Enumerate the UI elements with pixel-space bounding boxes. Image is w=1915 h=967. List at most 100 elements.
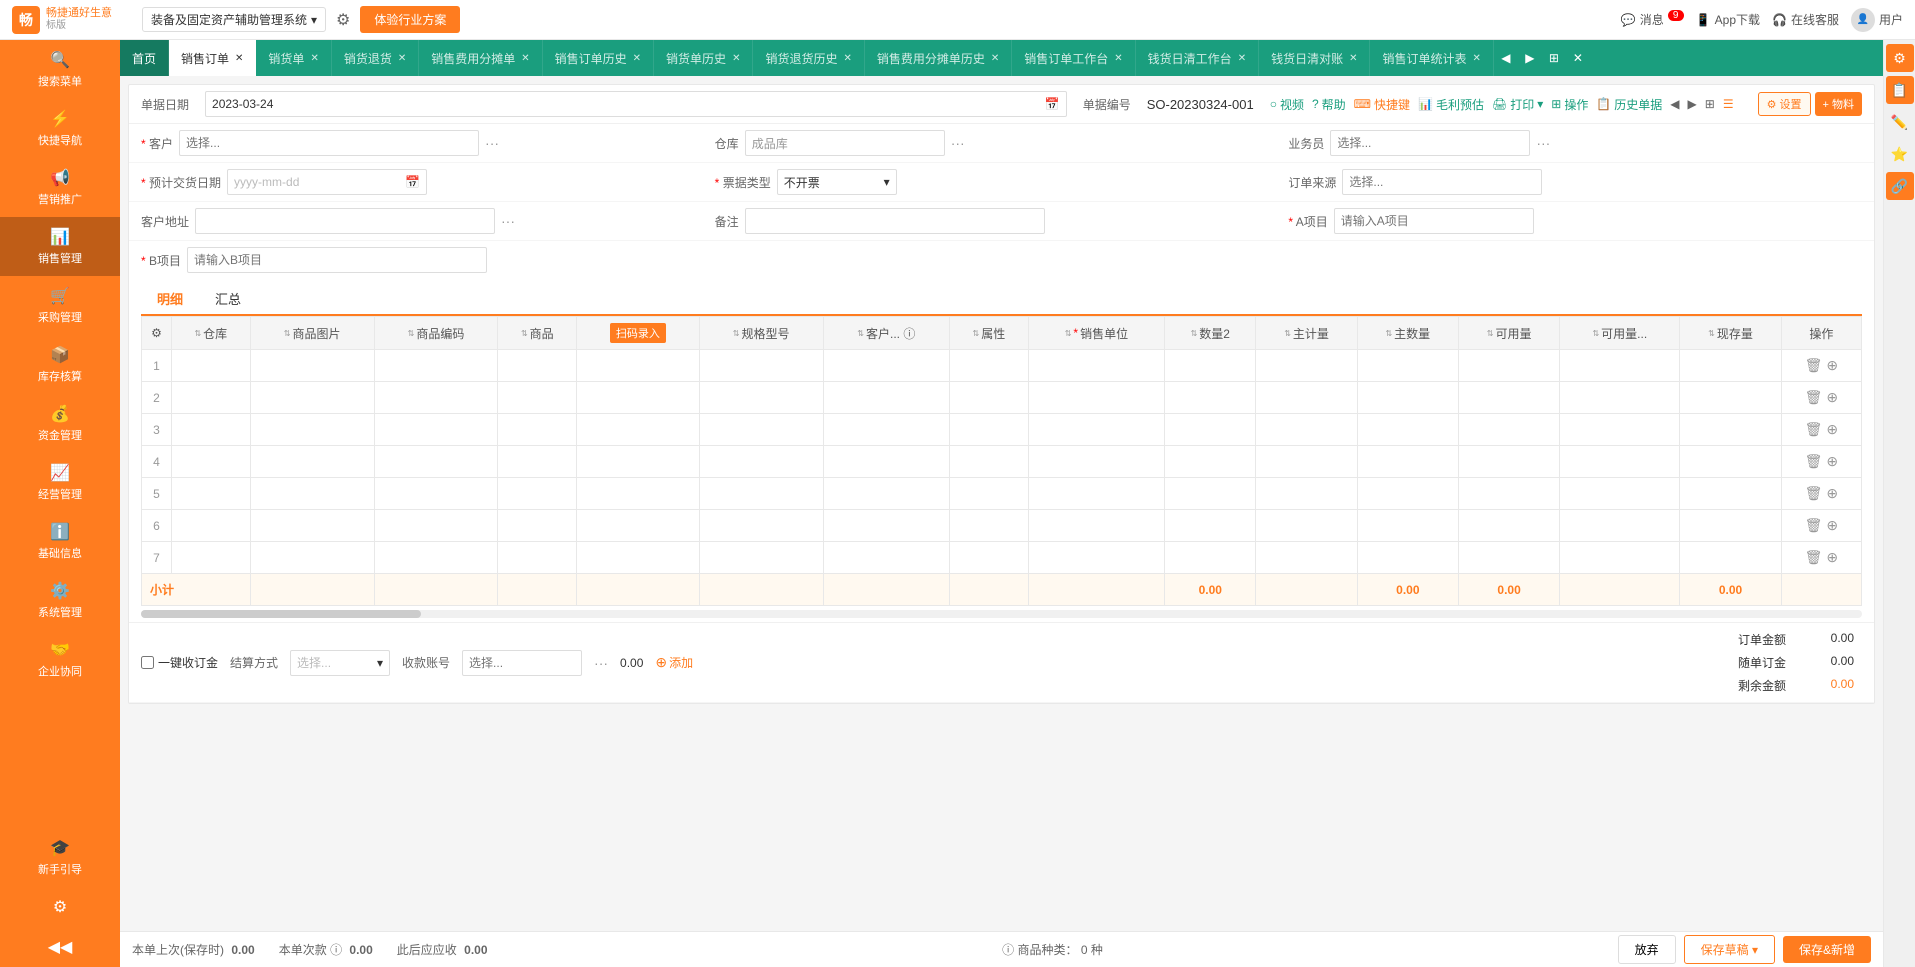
tab-sales-return[interactable]: 销货退货 ✕ (332, 40, 419, 76)
th-customer-code[interactable]: ⇅客户... ⓘ (823, 317, 949, 350)
payment-method-select[interactable]: 选择... ▾ (290, 650, 390, 676)
profit-link[interactable]: 📊 毛利预估 (1418, 96, 1484, 113)
customer-more-btn[interactable]: ··· (485, 135, 499, 151)
th-spec[interactable]: ⇅规格型号 (699, 317, 823, 350)
help-link[interactable]: ? 帮助 (1312, 96, 1346, 113)
add-payment-btn[interactable]: ⊕ 添加 (655, 654, 693, 671)
shortcut-link[interactable]: ⌨ 快捷键 (1354, 96, 1410, 113)
delete-row-icon[interactable]: 🗑 (1805, 549, 1823, 566)
th-sales-unit[interactable]: ⇅*销售单位 (1028, 317, 1165, 350)
copy-row-icon[interactable]: ⊕ (1826, 421, 1838, 438)
a-project-input[interactable] (1334, 208, 1534, 234)
th-qty2[interactable]: ⇅数量2 (1165, 317, 1256, 350)
tab-workbench[interactable]: 销售订单工作台 ✕ (1012, 40, 1135, 76)
sidebar-item-marketing[interactable]: 📢 营销推广 (0, 158, 120, 217)
address-input[interactable] (195, 208, 495, 234)
tab-close-icon[interactable]: ✕ (633, 53, 641, 64)
scrollbar-thumb[interactable] (141, 610, 421, 618)
sidebar-item-quick-nav[interactable]: ⚡ 快捷导航 (0, 99, 120, 158)
tab-expense-history[interactable]: 销售费用分摊单历史 ✕ (865, 40, 1012, 76)
tab-nav-right[interactable]: ▶ (1518, 40, 1542, 76)
right-icon-star[interactable]: ⭐ (1886, 140, 1914, 168)
salesperson-more-btn[interactable]: ··· (1536, 135, 1550, 151)
salesperson-input[interactable] (1330, 130, 1530, 156)
tab-close-icon[interactable]: ✕ (732, 53, 740, 64)
right-icon-settings[interactable]: ⚙ (1886, 44, 1914, 72)
tab-detail[interactable]: 明细 (141, 283, 199, 316)
th-main-qty[interactable]: ⇅主数量 (1357, 317, 1458, 350)
copy-row-icon[interactable]: ⊕ (1826, 485, 1838, 502)
tab-statistics[interactable]: 销售订单统计表 ✕ (1370, 40, 1493, 76)
tab-return-history[interactable]: 销货退货历史 ✕ (753, 40, 864, 76)
order-source-input[interactable] (1342, 169, 1542, 195)
account-input[interactable] (462, 650, 582, 676)
warehouse-more-btn[interactable]: ··· (951, 135, 965, 151)
delete-row-icon[interactable]: 🗑 (1805, 485, 1823, 502)
messages-item[interactable]: 💬 消息 9 (1621, 11, 1684, 28)
tab-close-icon[interactable]: ✕ (843, 53, 851, 64)
tab-close-icon[interactable]: ✕ (235, 53, 243, 64)
th-current-qty[interactable]: ⇅现存量 (1680, 317, 1781, 350)
add-material-btn[interactable]: + 物料 (1815, 92, 1862, 116)
b-project-input[interactable] (187, 247, 487, 273)
sidebar-item-collapse[interactable]: ◀◀ (0, 927, 120, 967)
warehouse-input[interactable] (745, 130, 945, 156)
system-selector[interactable]: 装备及固定资产辅助管理系统 ▾ (142, 7, 326, 32)
sidebar-item-enterprise[interactable]: 🤝 企业协同 (0, 630, 120, 689)
sidebar-item-system[interactable]: ⚙️ 系统管理 (0, 571, 120, 630)
th-settings[interactable]: ⚙ (142, 317, 172, 350)
user-item[interactable]: 👤 用户 (1851, 8, 1903, 32)
scan-button[interactable]: 扫码录入 (610, 323, 666, 343)
grid-view-icon[interactable]: ⊞ (1705, 97, 1715, 111)
th-product[interactable]: ⇅商品 (498, 317, 577, 350)
copy-row-icon[interactable]: ⊕ (1826, 549, 1838, 566)
copy-row-icon[interactable]: ⊕ (1826, 389, 1838, 406)
tab-close-icon[interactable]: ✕ (1238, 53, 1246, 64)
one-click-checkbox[interactable] (141, 656, 154, 669)
tab-nav-expand[interactable]: ⊞ (1542, 40, 1566, 76)
th-warehouse[interactable]: ⇅仓库 (172, 317, 251, 350)
tab-sales-order[interactable]: 销售订单 ✕ (169, 40, 256, 76)
tab-nav-left[interactable]: ◀ (1494, 40, 1518, 76)
tab-summary[interactable]: 汇总 (199, 283, 257, 314)
delete-row-icon[interactable]: 🗑 (1805, 389, 1823, 406)
save-new-button[interactable]: 保存&新增 (1783, 936, 1871, 963)
sidebar-item-purchase[interactable]: 🛒 采购管理 (0, 276, 120, 335)
tab-nav-close-all[interactable]: ✕ (1566, 40, 1590, 76)
delete-row-icon[interactable]: 🗑 (1805, 453, 1823, 470)
sidebar-item-guide[interactable]: 🎓 新手引导 (0, 828, 120, 887)
history-link[interactable]: 📋 历史单据 (1596, 96, 1662, 113)
one-click-label[interactable]: 一键收订金 (141, 654, 218, 671)
sidebar-item-settings-bottom[interactable]: ⚙ (0, 887, 120, 927)
account-more-btn[interactable]: ··· (594, 655, 608, 671)
customer-input[interactable] (179, 130, 479, 156)
print-link[interactable]: 🖨 打印 ▾ (1492, 96, 1543, 113)
right-icon-template[interactable]: 📋 (1886, 76, 1914, 104)
right-icon-edit[interactable]: ✏️ (1886, 108, 1914, 136)
online-service-item[interactable]: 🎧 在线客服 (1772, 11, 1839, 28)
app-download-item[interactable]: 📱 App下载 (1696, 11, 1760, 28)
save-draft-button[interactable]: 保存草稿 ▾ (1684, 935, 1775, 964)
prev-icon[interactable]: ◀ (1670, 97, 1679, 111)
th-avail-qty2[interactable]: ⇅可用量... (1560, 317, 1680, 350)
sidebar-item-inventory[interactable]: 📦 库存核算 (0, 335, 120, 394)
horizontal-scrollbar[interactable] (141, 610, 1862, 618)
tab-close-icon[interactable]: ✕ (521, 53, 529, 64)
delete-row-icon[interactable]: 🗑 (1805, 357, 1823, 374)
tab-close-icon[interactable]: ✕ (1473, 53, 1481, 64)
invoice-type-select[interactable]: 不开票 ▾ (777, 169, 897, 195)
tab-close-icon[interactable]: ✕ (1114, 53, 1122, 64)
copy-row-icon[interactable]: ⊕ (1826, 357, 1838, 374)
tab-close-icon[interactable]: ✕ (991, 53, 999, 64)
operations-link[interactable]: ⊞ 操作 (1551, 96, 1588, 113)
tab-daily-clearing[interactable]: 钱货日清工作台 ✕ (1136, 40, 1259, 76)
next-icon[interactable]: ▶ (1688, 97, 1697, 111)
copy-row-icon[interactable]: ⊕ (1826, 517, 1838, 534)
sidebar-item-basic[interactable]: ℹ️ 基础信息 (0, 512, 120, 571)
tab-close-icon[interactable]: ✕ (398, 53, 406, 64)
th-product-code[interactable]: ⇅商品编码 (374, 317, 498, 350)
tab-close-icon[interactable]: ✕ (1349, 53, 1357, 64)
solution-button[interactable]: 体验行业方案 (360, 6, 460, 33)
tab-sales-invoice[interactable]: 销货单 ✕ (256, 40, 331, 76)
sidebar-item-finance[interactable]: 💰 资金管理 (0, 394, 120, 453)
